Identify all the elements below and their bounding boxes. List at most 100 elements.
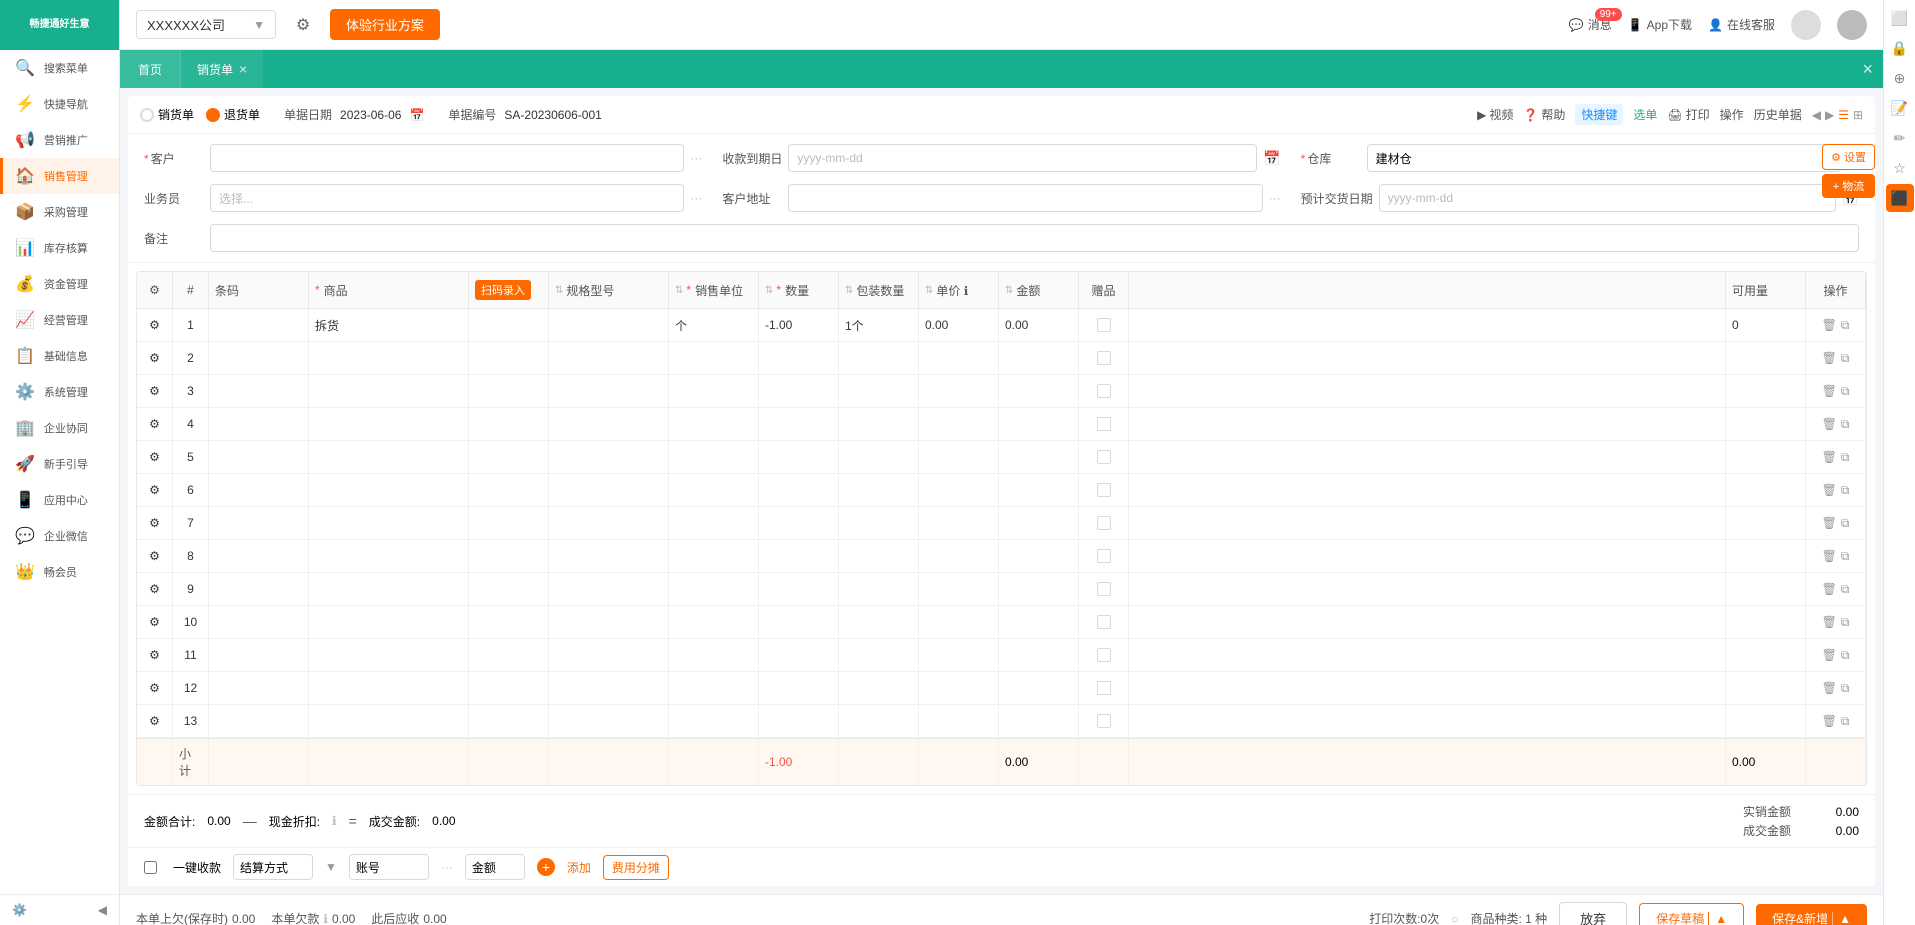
row6-delete-icon[interactable]: 🗑 [1822,483,1837,497]
row1-amount[interactable]: 0.00 [999,309,1079,341]
sidebar-item-enterprise[interactable]: 🏢 企业协同 [0,410,119,446]
row3-barcode[interactable] [209,375,309,407]
row12-price[interactable] [919,672,999,704]
print-btn[interactable]: 🖨打印 [1667,106,1709,123]
payment-amount-input[interactable]: 金额 [465,854,525,880]
operation-btn[interactable]: 操作 [1720,106,1744,123]
row1-price[interactable]: 0.00 [919,309,999,341]
row8-qty[interactable] [759,540,839,572]
row11-pkg[interactable] [839,639,919,671]
row2-amount[interactable] [999,342,1079,374]
company-selector[interactable]: XXXXXX公司 ▼ [136,10,276,39]
row8-price[interactable] [919,540,999,572]
row7-product[interactable] [309,507,469,539]
row2-price[interactable] [919,342,999,374]
row12-gear[interactable]: ⚙ [137,672,173,704]
row8-gear[interactable]: ⚙ [137,540,173,572]
radio-sales-order[interactable]: 销货单 [140,106,194,123]
row8-amount[interactable] [999,540,1079,572]
row6-barcode[interactable] [209,474,309,506]
fee-split-btn[interactable]: 费用分摊 [603,855,669,880]
help-btn[interactable]: ❓帮助 [1523,106,1565,123]
row6-spec[interactable] [549,474,669,506]
header-settings-btn[interactable]: ⚙ [288,10,318,40]
sidebar-item-finance[interactable]: 💰 资金管理 [0,266,119,302]
col-header-gear[interactable]: ⚙ [137,272,173,308]
window-close-icon[interactable]: × [1862,59,1873,80]
row12-note[interactable] [1129,672,1726,704]
row9-pkg[interactable] [839,573,919,605]
row6-pkg[interactable] [839,474,919,506]
row12-copy-icon[interactable]: ⧉ [1841,681,1850,696]
row1-spec[interactable] [549,309,669,341]
row10-qty[interactable] [759,606,839,638]
row9-gear[interactable]: ⚙ [137,573,173,605]
due-date-input[interactable]: yyyy-mm-dd [788,144,1257,172]
row5-barcode[interactable] [209,441,309,473]
row10-amount[interactable] [999,606,1079,638]
sidebar-item-marketing[interactable]: 📢 营销推广 [0,122,119,158]
row8-product[interactable] [309,540,469,572]
row9-spec[interactable] [549,573,669,605]
row1-note[interactable] [1129,309,1726,341]
row9-qty[interactable] [759,573,839,605]
shortcut-btn[interactable]: 快捷键 [1575,104,1623,125]
row3-spec[interactable] [549,375,669,407]
salesperson-more-icon[interactable]: ··· [690,191,702,205]
row2-delete-icon[interactable]: 🗑 [1822,351,1837,365]
row11-barcode[interactable] [209,639,309,671]
row11-gear[interactable]: ⚙ [137,639,173,671]
sidebar-settings-icon[interactable]: ⚙️ [12,903,27,917]
row10-gift[interactable] [1079,606,1129,638]
row6-price[interactable] [919,474,999,506]
row12-gift[interactable] [1079,672,1129,704]
row13-gear[interactable]: ⚙ [137,705,173,737]
row1-copy-icon[interactable]: ⧉ [1841,318,1850,333]
row3-delete-icon[interactable]: 🗑 [1822,384,1837,398]
sidebar-item-operations[interactable]: 📈 经营管理 [0,302,119,338]
row7-spec[interactable] [549,507,669,539]
row7-delete-icon[interactable]: 🗑 [1822,516,1837,530]
row4-note[interactable] [1129,408,1726,440]
rp-btn-5[interactable]: ✏ [1886,124,1914,152]
row10-barcode[interactable] [209,606,309,638]
list-view-icon[interactable]: ☰ [1838,108,1849,122]
row5-product[interactable] [309,441,469,473]
save-dropdown-icon[interactable]: ▲ [1832,912,1851,925]
row6-note[interactable] [1129,474,1726,506]
row1-barcode[interactable] [209,309,309,341]
rp-btn-7[interactable]: ⬛ [1886,184,1914,212]
row8-note[interactable] [1129,540,1726,572]
row3-qty[interactable] [759,375,839,407]
row7-amount[interactable] [999,507,1079,539]
row10-spec[interactable] [549,606,669,638]
row6-qty[interactable] [759,474,839,506]
row11-spec[interactable] [549,639,669,671]
user-avatar2[interactable] [1837,10,1867,40]
rp-btn-2[interactable]: 🔒 [1886,34,1914,62]
user-avatar[interactable] [1791,10,1821,40]
row1-unit[interactable]: 个 [669,309,759,341]
video-btn[interactable]: ▶视频 [1477,106,1513,123]
row1-product[interactable]: 拆货 [309,309,469,341]
tab-sales-order[interactable]: 销货单 × [180,50,263,88]
sidebar-item-basic[interactable]: 📋 基础信息 [0,338,119,374]
sidebar-item-purchase[interactable]: 📦 采购管理 [0,194,119,230]
radio-return-order[interactable]: 退货单 [206,106,260,123]
history-btn[interactable]: 历史单据 [1754,106,1802,123]
row13-amount[interactable] [999,705,1079,737]
customer-input[interactable] [210,144,684,172]
customer-more-icon[interactable]: ··· [690,151,702,165]
row13-note[interactable] [1129,705,1726,737]
row7-gift[interactable] [1079,507,1129,539]
row2-copy-icon[interactable]: ⧉ [1841,351,1850,366]
row4-product[interactable] [309,408,469,440]
settlement-dropdown-icon[interactable]: ▼ [325,860,337,874]
row13-price[interactable] [919,705,999,737]
row9-note[interactable] [1129,573,1726,605]
date-picker-icon[interactable]: 📅 [409,108,424,122]
row10-pkg[interactable] [839,606,919,638]
sidebar-item-wechat[interactable]: 💬 企业微信 [0,518,119,554]
row11-qty[interactable] [759,639,839,671]
row5-qty[interactable] [759,441,839,473]
